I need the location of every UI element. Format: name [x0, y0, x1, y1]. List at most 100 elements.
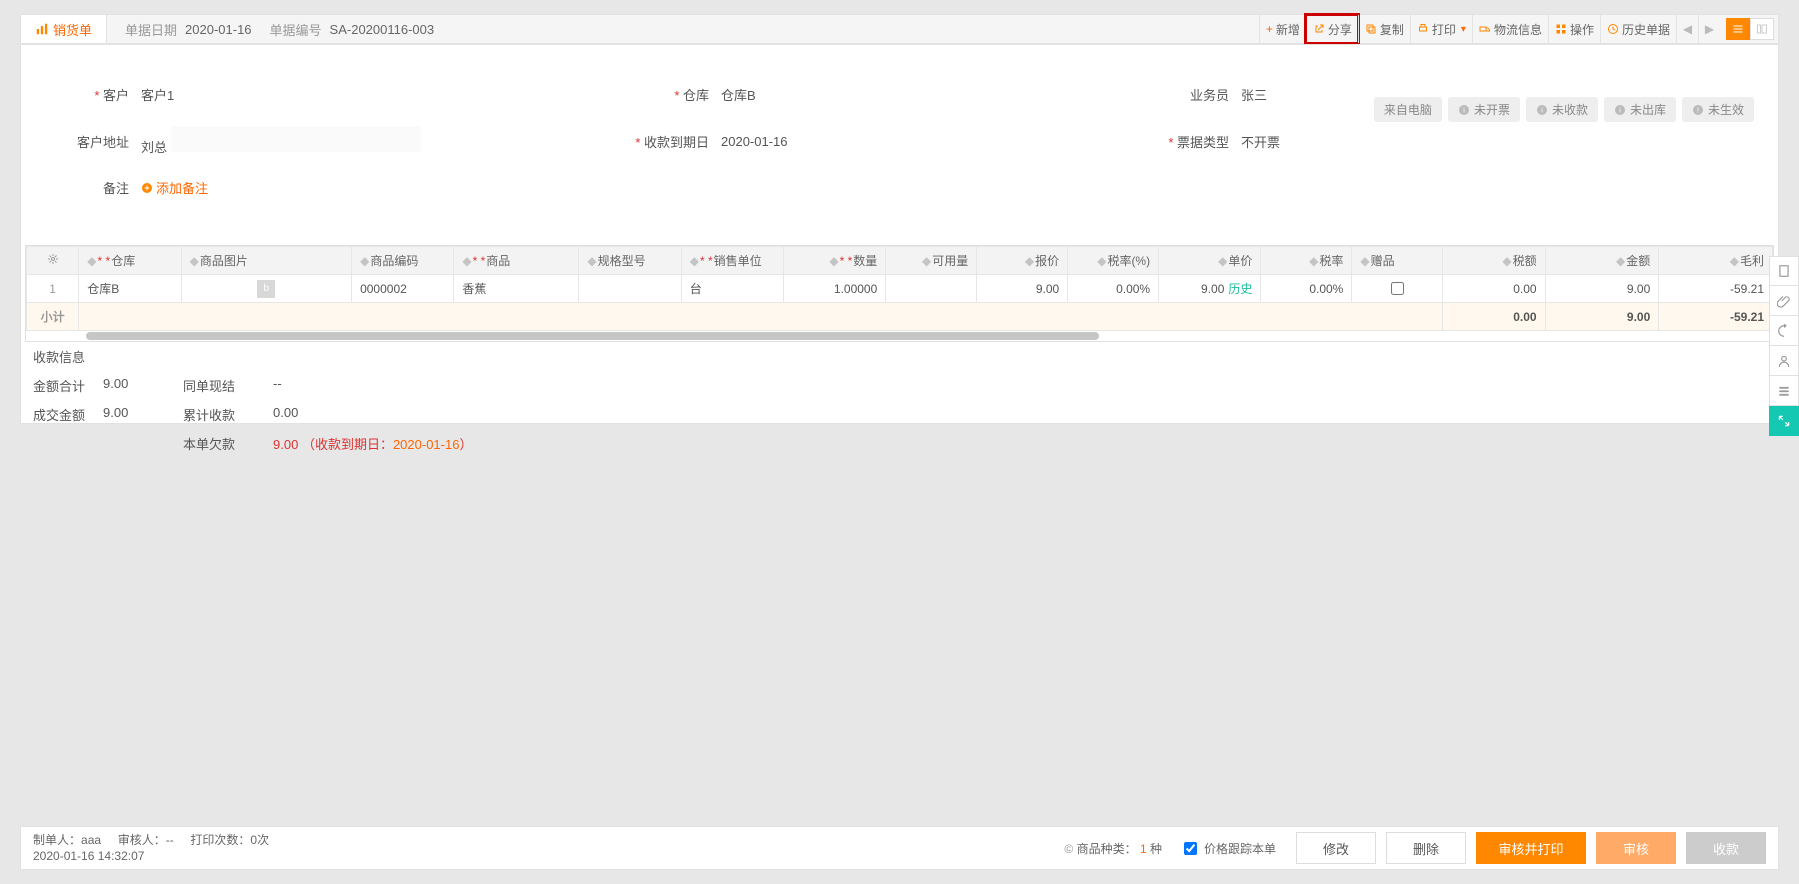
- vbtn-note[interactable]: [1769, 256, 1799, 286]
- cell-code[interactable]: 0000002: [352, 275, 454, 303]
- history-link[interactable]: 历史: [1228, 282, 1252, 296]
- col-gear[interactable]: [27, 247, 79, 275]
- col-product[interactable]: ◆*商品: [454, 247, 579, 275]
- cell-taxrate[interactable]: 0.00%: [1068, 275, 1159, 303]
- col-model[interactable]: ◆规格型号: [579, 247, 681, 275]
- vbtn-user[interactable]: [1769, 346, 1799, 376]
- audit-button[interactable]: 审核: [1596, 832, 1676, 864]
- goods-count: 1: [1140, 842, 1147, 856]
- plus-circle-icon: [141, 182, 153, 194]
- cell-gift[interactable]: [1352, 275, 1443, 303]
- next-button[interactable]: ▶: [1698, 15, 1720, 43]
- cell-warehouse[interactable]: 仓库B: [79, 275, 181, 303]
- invoice-type-value[interactable]: 不开票: [1241, 132, 1501, 151]
- col-price[interactable]: ◆单价: [1159, 247, 1261, 275]
- col-warehouse[interactable]: ◆*仓库: [79, 247, 181, 275]
- refresh-icon: [1777, 324, 1791, 338]
- header-actions: + 新增 分享 复制 打印 ▾ 物流信息 操作 历史单据 ◀ ▶: [1259, 15, 1778, 43]
- sort-icon: ◆: [922, 254, 929, 268]
- tab-label: 销货单: [53, 20, 92, 39]
- col-image[interactable]: ◆商品图片: [181, 247, 352, 275]
- col-unit[interactable]: ◆*销售单位: [681, 247, 783, 275]
- sort-icon: ◆: [1616, 254, 1623, 268]
- sort-icon: ◆: [1218, 254, 1225, 268]
- price-follow-checkbox[interactable]: 价格跟踪本单: [1180, 839, 1276, 858]
- right-toolbar: [1769, 256, 1799, 436]
- subtotal-profit: -59.21: [1659, 303, 1773, 331]
- col-taxamount[interactable]: ◆税额: [1443, 247, 1545, 275]
- cell-price[interactable]: 9.00历史: [1159, 275, 1261, 303]
- warehouse-value[interactable]: 仓库B: [721, 85, 1081, 104]
- header-bar: 销货单 单据日期 2020-01-16 单据编号 SA-20200116-003…: [20, 14, 1779, 44]
- delete-button[interactable]: 删除: [1386, 832, 1466, 864]
- cell-model[interactable]: [579, 275, 681, 303]
- address-value[interactable]: 刘总: [141, 126, 541, 156]
- col-quote[interactable]: ◆报价: [977, 247, 1068, 275]
- vbtn-more[interactable]: [1769, 376, 1799, 406]
- logistics-button[interactable]: 物流信息: [1472, 15, 1548, 43]
- share-icon: [1313, 23, 1325, 35]
- truck-icon: [1479, 23, 1491, 35]
- view-detail-button[interactable]: [1750, 18, 1774, 40]
- vbtn-attach[interactable]: [1769, 286, 1799, 316]
- sort-icon: ◆: [462, 254, 469, 268]
- vbtn-refresh[interactable]: [1769, 316, 1799, 346]
- table-row[interactable]: 1 仓库B b 0000002 香蕉 台 1.00000 9.00 0.00% …: [27, 275, 1773, 303]
- total-value: 9.00: [103, 376, 183, 395]
- deal-label: 成交金额: [33, 405, 103, 424]
- col-gift[interactable]: ◆赠品: [1352, 247, 1443, 275]
- prev-button[interactable]: ◀: [1676, 15, 1698, 43]
- add-remark-button[interactable]: 添加备注: [141, 178, 541, 197]
- attachment-icon: [1777, 294, 1791, 308]
- remark-label: 备注: [21, 178, 141, 197]
- total-label: 金额合计: [33, 376, 103, 395]
- col-tax[interactable]: ◆税率: [1261, 247, 1352, 275]
- cell-quantity[interactable]: 1.00000: [784, 275, 886, 303]
- copy-button[interactable]: 复制: [1358, 15, 1410, 43]
- vbtn-expand[interactable]: [1769, 406, 1799, 436]
- creator-value: aaa: [81, 833, 101, 847]
- add-button[interactable]: + 新增: [1259, 15, 1306, 43]
- sort-icon: ◆: [1730, 254, 1737, 268]
- modify-button[interactable]: 修改: [1296, 832, 1376, 864]
- share-button[interactable]: 分享: [1306, 15, 1358, 43]
- ops-button[interactable]: 操作: [1548, 15, 1600, 43]
- grid-icon: [1555, 23, 1567, 35]
- cell-quote[interactable]: 9.00: [977, 275, 1068, 303]
- status-receipt[interactable]: i 未收款: [1526, 97, 1598, 122]
- cell-unit[interactable]: 台: [681, 275, 783, 303]
- svg-text:!: !: [1697, 107, 1699, 114]
- receipt-button[interactable]: 收款: [1686, 832, 1766, 864]
- status-outbound[interactable]: i 未出库: [1604, 97, 1676, 122]
- image-thumb-icon: b: [257, 280, 275, 298]
- status-invoice[interactable]: i 未开票: [1448, 97, 1520, 122]
- customer-value[interactable]: 客户1: [141, 85, 541, 104]
- col-amount[interactable]: ◆金额: [1545, 247, 1659, 275]
- col-quantity[interactable]: ◆*数量: [784, 247, 886, 275]
- address-redacted: [171, 126, 421, 152]
- subtotal-row: 小计 0.00 9.00 -59.21: [27, 303, 1773, 331]
- status-effective[interactable]: ! 未生效: [1682, 97, 1754, 122]
- gift-checkbox[interactable]: [1391, 282, 1404, 295]
- audit-print-button[interactable]: 审核并打印: [1476, 832, 1586, 864]
- col-available[interactable]: ◆可用量: [886, 247, 977, 275]
- view-list-button[interactable]: [1726, 18, 1750, 40]
- same-order-value: --: [273, 376, 573, 395]
- sort-icon: ◆: [87, 254, 94, 268]
- cell-tax[interactable]: 0.00%: [1261, 275, 1352, 303]
- cell-image[interactable]: b: [181, 275, 352, 303]
- col-profit[interactable]: ◆毛利: [1659, 247, 1773, 275]
- history-button[interactable]: 历史单据: [1600, 15, 1676, 43]
- horizontal-scrollbar[interactable]: [26, 331, 1773, 341]
- cell-product[interactable]: 香蕉: [454, 275, 579, 303]
- print-button[interactable]: 打印 ▾: [1410, 15, 1472, 43]
- status-row: 来自电脑 i 未开票 i 未收款 i 未出库 ! 未生效: [1374, 97, 1754, 122]
- footer-timestamp: 2020-01-16 14:32:07: [33, 848, 269, 864]
- col-code[interactable]: ◆商品编码: [352, 247, 454, 275]
- col-taxrate[interactable]: ◆税率(%): [1068, 247, 1159, 275]
- due-value[interactable]: 2020-01-16: [721, 134, 1081, 149]
- subtotal-taxamount: 0.00: [1443, 303, 1545, 331]
- tab-sales-order[interactable]: 销货单: [21, 15, 107, 43]
- copy-icon: [1365, 23, 1377, 35]
- subtotal-label: 小计: [27, 303, 79, 331]
